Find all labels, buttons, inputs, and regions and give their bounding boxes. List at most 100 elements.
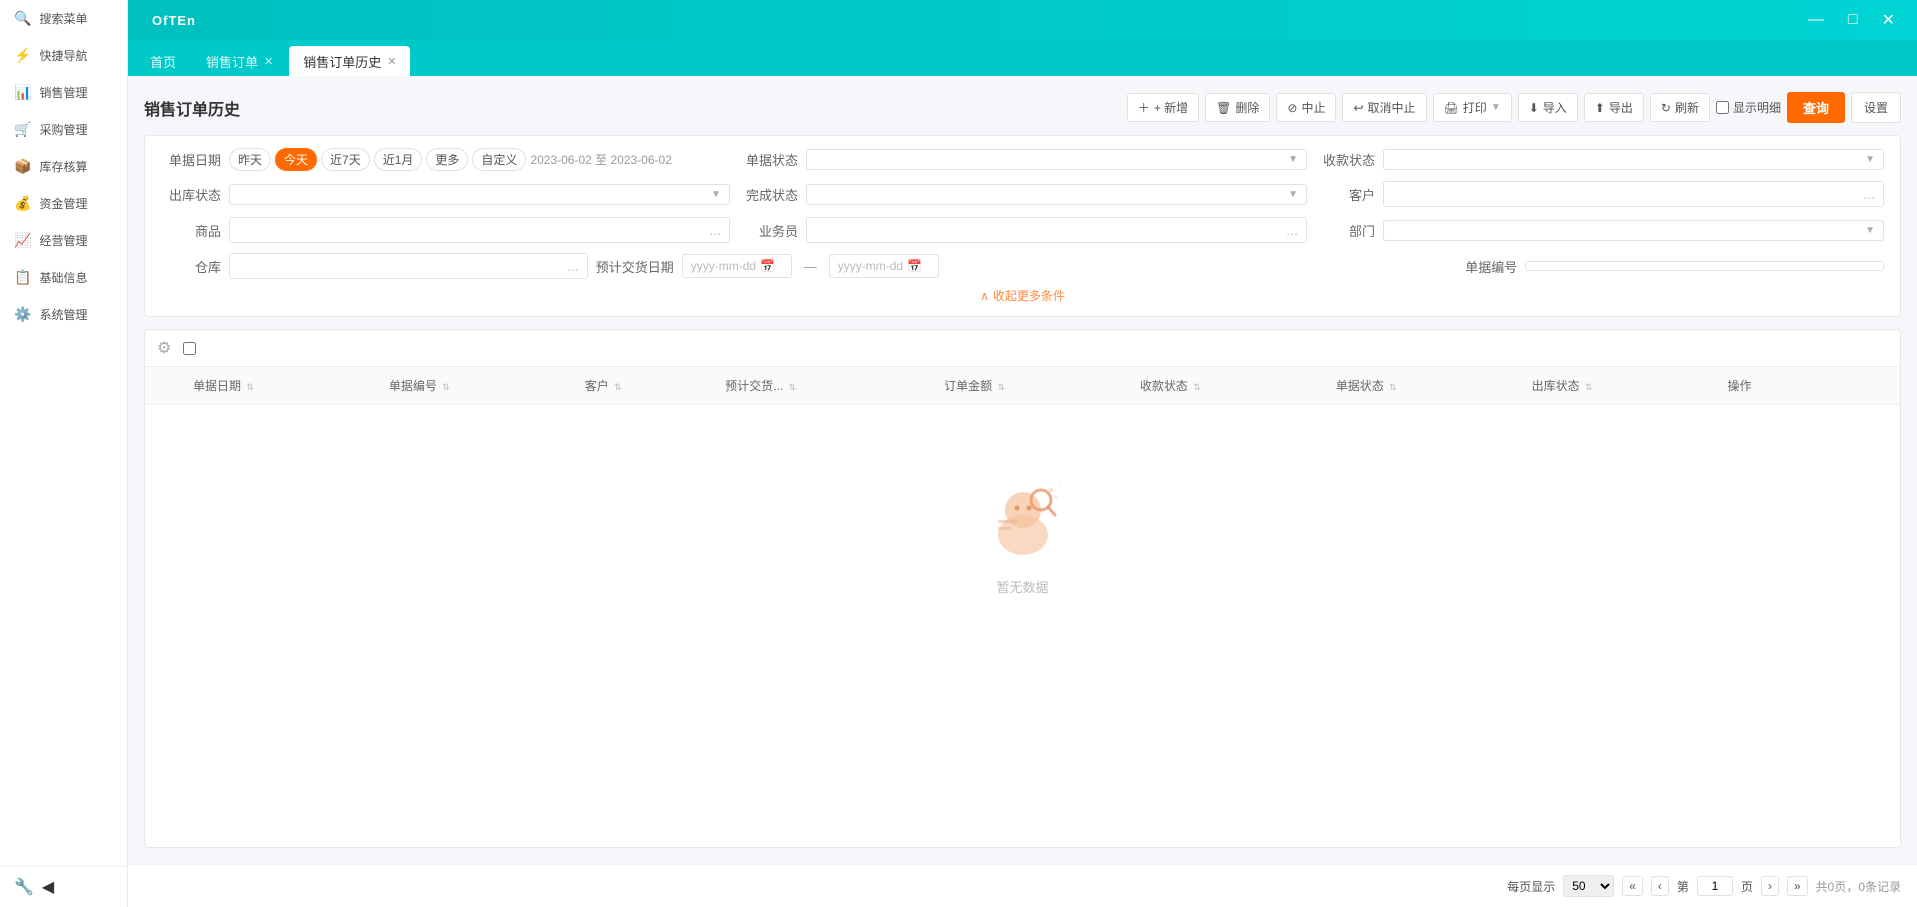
operations-icon: 📈 [14,232,31,249]
close-button[interactable]: ✕ [1876,8,1901,32]
customer-input[interactable]: ... [1383,181,1884,207]
date-label: 单据日期 [161,150,221,169]
sidebar-item-quick-nav[interactable]: ⚡ 快捷导航 [0,37,127,74]
sort-icon-amount: ⇅ [997,382,1005,392]
stock-out-label: 出库状态 [161,185,221,204]
complete-status-select[interactable]: ▼ [806,184,1307,205]
sidebar-item-system[interactable]: ⚙️ 系统管理 [0,296,127,333]
tab-sales-order-close[interactable]: ✕ [264,55,273,68]
settings-bottom-icon[interactable]: 🔧 [14,877,34,897]
customer-label: 客户 [1315,185,1375,204]
date-today[interactable]: 今天 [275,148,317,171]
tab-home[interactable]: 首页 [136,46,190,76]
tab-sales-order[interactable]: 销售订单 ✕ [192,46,287,76]
col-payment-status[interactable]: 收款状态 ⇅ [1128,367,1324,405]
refresh-button[interactable]: ↻ 刷新 [1650,93,1710,122]
col-order-status[interactable]: 单据状态 ⇅ [1324,367,1520,405]
cancel-stop-icon: ↩ [1353,101,1363,115]
tab-history-close[interactable]: ✕ [387,55,396,68]
tab-sales-order-history[interactable]: 销售订单历史 ✕ [289,46,410,76]
stock-out-chevron: ▼ [711,189,721,200]
sidebar-item-search[interactable]: 🔍 搜索菜单 [0,0,127,37]
date-1month[interactable]: 近1月 [374,148,423,171]
table-settings-icon[interactable]: ⚙ [157,338,171,358]
goods-ellipsis: ... [709,222,721,238]
payment-status-select[interactable]: ▼ [1383,149,1884,170]
date-yesterday[interactable]: 昨天 [229,148,271,171]
table-container: ⚙ 单据日期 ⇅ 单据编号 ⇅ [144,329,1901,848]
date-range-display: 2023-06-02 至 2023-06-02 [530,151,671,168]
quick-nav-icon: ⚡ [14,47,31,64]
sidebar-item-finance[interactable]: 💰 资金管理 [0,185,127,222]
sidebar-item-inventory[interactable]: 📦 库存核算 [0,148,127,185]
date-more[interactable]: 更多 [426,148,468,171]
col-action: 操作 [1715,367,1900,405]
page-number-input[interactable] [1697,876,1733,896]
col-customer[interactable]: 客户 ⇅ [573,367,713,405]
detail-checkbox-input[interactable] [1716,101,1729,114]
page-size-select[interactable]: 10 20 50 100 [1563,875,1614,897]
warehouse-input[interactable]: ... [229,253,588,279]
salesperson-input[interactable]: ... [806,217,1307,243]
minimize-button[interactable]: — [1802,9,1830,31]
date-custom[interactable]: 自定义 [472,148,526,171]
last-page-button[interactable]: » [1787,876,1808,896]
calendar-start-icon: 📅 [760,259,775,273]
next-page-button[interactable]: › [1761,876,1779,896]
import-button[interactable]: ⬇ 导入 [1518,93,1578,122]
date-separator: — [804,259,817,274]
prev-page-button[interactable]: ‹ [1651,876,1669,896]
sidebar-item-sales[interactable]: 📊 销售管理 [0,74,127,111]
query-button[interactable]: 查询 [1787,92,1845,123]
page-size-label: 每页显示 [1507,878,1555,895]
export-icon: ⬆ [1595,101,1605,115]
stop-button[interactable]: ⊘ 中止 [1276,93,1336,122]
stock-out-select[interactable]: ▼ [229,184,730,205]
col-delivery[interactable]: 预计交货... ⇅ [713,367,932,405]
delete-icon: 🗑 [1216,101,1231,115]
department-select[interactable]: ▼ [1383,220,1884,241]
cancel-stop-button[interactable]: ↩ 取消中止 [1342,93,1426,122]
page-label-prefix: 第 [1677,878,1689,895]
order-status-select[interactable]: ▼ [806,149,1307,170]
col-date[interactable]: 单据日期 ⇅ [181,367,377,405]
maximize-button[interactable]: □ [1842,9,1864,31]
sidebar-item-purchase[interactable]: 🛒 采购管理 [0,111,127,148]
collapse-filter-button[interactable]: ∧ 收起更多条件 [980,287,1065,304]
settings-button[interactable]: 设置 [1851,92,1901,123]
select-all-checkbox[interactable] [183,342,196,355]
delivery-date-end[interactable]: yyyy-mm-dd 📅 [829,254,939,278]
new-button[interactable]: ＋ + 新增 [1127,93,1199,122]
col-number[interactable]: 单据编号 ⇅ [377,367,573,405]
print-button[interactable]: 🖨 打印 ▼ [1433,93,1512,122]
order-number-input[interactable] [1525,261,1884,271]
sort-icon-customer: ⇅ [614,382,622,392]
goods-input[interactable]: ... [229,217,730,243]
purchase-icon: 🛒 [14,121,31,138]
salesperson-label: 业务员 [738,221,798,240]
display-detail-checkbox[interactable]: 显示明细 [1716,99,1781,116]
print-icon: 🖨 [1444,101,1459,115]
sort-icon-payment: ⇅ [1193,382,1201,392]
sort-icon-stock: ⇅ [1585,382,1593,392]
date-7days[interactable]: 近7天 [321,148,370,171]
sidebar-item-basic-info[interactable]: 📋 基础信息 [0,259,127,296]
first-page-button[interactable]: « [1622,876,1643,896]
col-stock-status[interactable]: 出库状态 ⇅ [1520,367,1716,405]
col-amount[interactable]: 订单金额 ⇅ [932,367,1128,405]
total-info: 共0页，0条记录 [1816,878,1901,895]
sidebar-item-operations[interactable]: 📈 经营管理 [0,222,127,259]
payment-status-chevron: ▼ [1865,154,1875,165]
print-chevron-icon: ▼ [1491,102,1501,113]
sales-icon: 📊 [14,84,31,101]
warehouse-label: 仓库 [161,257,221,276]
page-label-suffix: 页 [1741,878,1753,895]
delivery-date-start[interactable]: yyyy-mm-dd 📅 [682,254,792,278]
empty-state: 暂无数据 [145,405,1900,656]
export-button[interactable]: ⬆ 导出 [1584,93,1644,122]
delete-button[interactable]: 🗑 删除 [1205,93,1270,122]
warehouse-ellipsis: ... [567,258,579,274]
brand-name: OfTEn [152,13,196,28]
order-status-chevron: ▼ [1288,154,1298,165]
collapse-sidebar-icon[interactable]: ◀ [42,877,54,897]
